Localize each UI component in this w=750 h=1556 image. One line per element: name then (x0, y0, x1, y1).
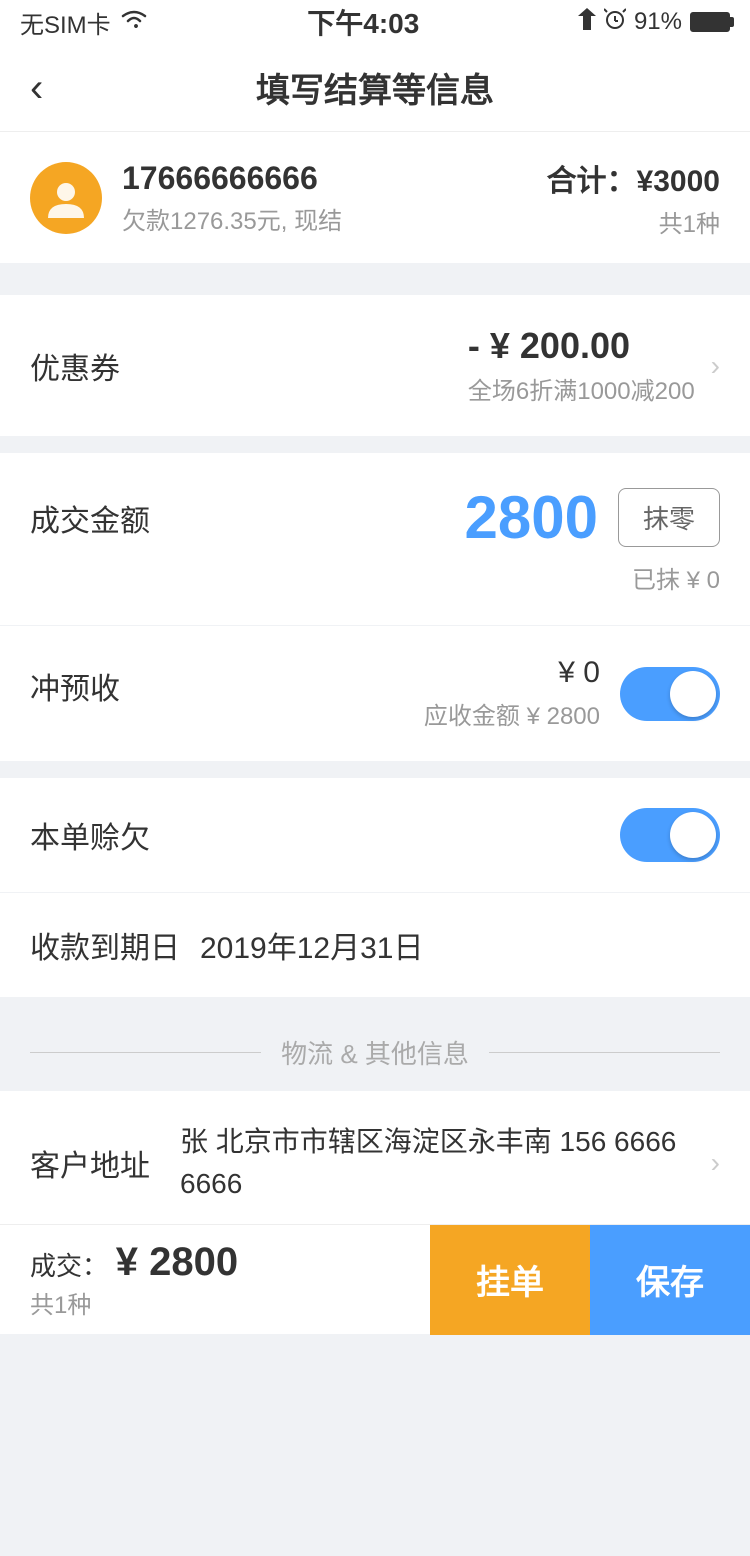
deal-sub: 已抹 ¥ 0 (30, 560, 720, 595)
back-button[interactable]: ‹ (30, 68, 43, 108)
deal-label: 成交金额 (30, 496, 150, 540)
bottom-deal-label: 成交： (30, 1251, 108, 1281)
address-value: 张 北京市市辖区海淀区永丰南 156 6666 6666 (180, 1121, 711, 1205)
coupon-amount: - ¥ 200.00 (468, 325, 695, 367)
coupon-sub: 全场6折满1000减200 (468, 371, 695, 406)
customer-phone: 17666666666 (122, 160, 342, 197)
nav-bar: ‹ 填写结算等信息 (0, 44, 750, 132)
status-left: 无SIM卡 (20, 5, 149, 40)
total-count: 共1种 (547, 204, 720, 239)
customer-right: 合计：¥3000 共1种 (547, 156, 720, 239)
location-icon (578, 8, 596, 37)
credit-toggle-thumb (670, 812, 716, 858)
deal-amount-section: 成交金额 2800 抹零 已抹 ¥ 0 (0, 453, 750, 626)
divider-line-right (489, 1052, 720, 1053)
pre-amount: ¥ 0 (424, 656, 600, 690)
deal-right: 2800 抹零 (465, 483, 721, 552)
hang-button[interactable]: 挂单 (430, 1225, 590, 1335)
toggle-thumb (670, 671, 716, 717)
coupon-right: - ¥ 200.00 全场6折满1000减200 › (468, 325, 720, 406)
coupon-row[interactable]: 优惠券 - ¥ 200.00 全场6折满1000减200 › (0, 295, 750, 437)
deal-row: 成交金额 2800 抹零 (30, 483, 720, 552)
bottom-deal-amount: ¥ 2800 (116, 1240, 238, 1284)
logistics-label: 物流 & 其他信息 (281, 1034, 469, 1071)
customer-left: 17666666666 欠款1276.35元, 现结 (30, 160, 342, 236)
battery-icon (690, 12, 730, 32)
divider-line-left (30, 1052, 261, 1053)
due-date-section: 收款到期日 2019年12月31日 (0, 893, 750, 998)
divider-2 (0, 437, 750, 453)
divider-4 (0, 998, 750, 1014)
pre-amount-block: ¥ 0 应收金额 ¥ 2800 (424, 656, 600, 731)
due-date-value: 2019年12月31日 (200, 923, 423, 967)
address-label: 客户地址 (30, 1141, 150, 1185)
round-btn[interactable]: 抹零 (618, 488, 720, 547)
pre-receive-section: 冲预收 ¥ 0 应收金额 ¥ 2800 (0, 626, 750, 762)
pre-row: 冲预收 ¥ 0 应收金额 ¥ 2800 (30, 656, 720, 731)
status-right: 91% (578, 8, 730, 37)
coupon-label: 优惠券 (30, 344, 120, 388)
battery-label: 91% (634, 8, 682, 36)
logistics-divider: 物流 & 其他信息 (0, 1014, 750, 1091)
avatar (30, 162, 102, 234)
bottom-count: 共1种 (30, 1285, 400, 1320)
customer-card: 17666666666 欠款1276.35元, 现结 合计：¥3000 共1种 (0, 132, 750, 263)
customer-info: 17666666666 欠款1276.35元, 现结 (122, 160, 342, 236)
divider-3 (0, 762, 750, 778)
credit-label: 本单赊欠 (30, 813, 150, 857)
customer-sub: 欠款1276.35元, 现结 (122, 201, 342, 236)
nav-title: 填写结算等信息 (256, 63, 494, 112)
status-time: 下午4:03 (307, 2, 419, 42)
status-bar: 无SIM卡 下午4:03 91% (0, 0, 750, 44)
bottom-summary: 成交： ¥ 2800 共1种 (0, 1240, 430, 1320)
pre-right: ¥ 0 应收金额 ¥ 2800 (424, 656, 720, 731)
save-button[interactable]: 保存 (590, 1225, 750, 1335)
due-date-label: 收款到期日 (30, 923, 180, 967)
total-amount: 合计：¥3000 (547, 156, 720, 200)
due-date-row: 收款到期日 2019年12月31日 (30, 923, 720, 967)
bottom-bar: 成交： ¥ 2800 共1种 挂单 保存 (0, 1224, 750, 1334)
address-section[interactable]: 客户地址 张 北京市市辖区海淀区永丰南 156 6666 6666 › (0, 1091, 750, 1236)
alarm-icon (604, 8, 626, 37)
pre-sub: 应收金额 ¥ 2800 (424, 696, 600, 731)
carrier-text: 无SIM卡 (20, 5, 111, 40)
coupon-chevron-icon: › (711, 350, 720, 382)
bottom-deal-row: 成交： ¥ 2800 (30, 1240, 400, 1285)
wifi-icon (119, 8, 149, 37)
address-chevron-icon: › (711, 1147, 720, 1179)
credit-section: 本单赊欠 (0, 778, 750, 893)
divider-1 (0, 279, 750, 295)
content-area: 17666666666 欠款1276.35元, 现结 合计：¥3000 共1种 … (0, 132, 750, 1556)
deal-number: 2800 (465, 483, 598, 552)
credit-toggle[interactable] (620, 808, 720, 862)
pre-receive-toggle[interactable] (620, 667, 720, 721)
pre-receive-label: 冲预收 (30, 656, 120, 708)
